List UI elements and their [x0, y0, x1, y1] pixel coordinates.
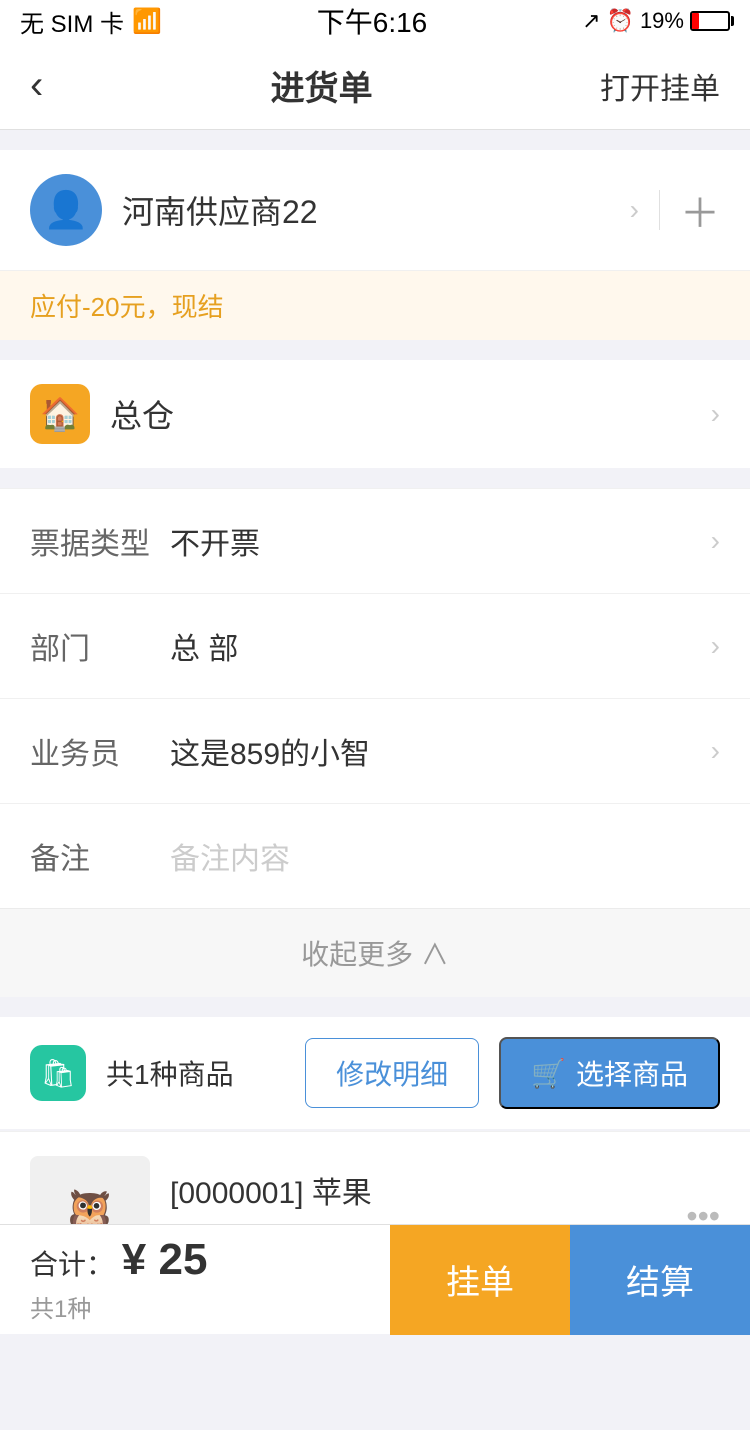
supplier-avatar: 👤	[30, 174, 102, 246]
status-bar: 无 SIM 卡 📶 下午6:16 ↗ ⏰ 19%	[0, 0, 750, 42]
cart-icon: 🛒	[531, 1057, 566, 1090]
footer-total: 合计： ¥ 25 共1种	[0, 1235, 390, 1324]
invoice-chevron-icon: ›	[711, 525, 720, 557]
product-count-icon: 🛍	[30, 1045, 86, 1101]
product-name: [0000001] 苹果	[170, 1168, 686, 1212]
wifi-icon: 📶	[132, 7, 162, 36]
nav-bar: ‹ 进货单 打开挂单	[0, 42, 750, 130]
status-left: 无 SIM 卡 📶	[20, 4, 162, 39]
supplier-chevron-icon: ›	[630, 194, 639, 226]
warehouse-icon: 🏠	[30, 384, 90, 444]
invoice-value: 不开票	[170, 519, 701, 563]
hang-button[interactable]: 挂单	[390, 1225, 570, 1335]
page-title: 进货单	[271, 61, 373, 110]
salesperson-value: 这是859的小智	[170, 729, 701, 773]
product-title: 苹果	[312, 1177, 372, 1210]
warehouse-name: 总仓	[110, 391, 701, 437]
total-label: 合计：	[30, 1249, 114, 1280]
supplier-section: 👤 河南供应商22 › ＋ 应付-20元，现结	[0, 150, 750, 340]
location-icon: ↗	[582, 8, 600, 34]
supplier-row[interactable]: 👤 河南供应商22 › ＋	[0, 150, 750, 271]
alarm-icon: ⏰	[607, 8, 634, 34]
product-code: [0000001]	[170, 1177, 303, 1210]
fields-section: 票据类型 不开票 › 部门 总 部 › 业务员 这是859的小智 › 备注 备注…	[0, 488, 750, 997]
status-right: ↗ ⏰ 19%	[582, 8, 730, 34]
salesperson-chevron-icon: ›	[711, 735, 720, 767]
edit-detail-button[interactable]: 修改明细	[305, 1038, 479, 1108]
remark-label: 备注	[30, 834, 170, 878]
open-hang-button[interactable]: 打开挂单	[600, 64, 720, 108]
invoice-label: 票据类型	[30, 519, 170, 563]
battery-percent: 19%	[640, 8, 684, 34]
battery-icon	[690, 11, 730, 31]
select-product-button[interactable]: 🛒 选择商品	[499, 1037, 720, 1109]
product-count-text: 共1种商品	[106, 1053, 285, 1093]
department-chevron-icon: ›	[711, 630, 720, 662]
total-amount: ¥ 25	[122, 1235, 208, 1284]
collapse-bar[interactable]: 收起更多 ∧	[0, 908, 750, 997]
back-button[interactable]: ‹	[30, 63, 43, 108]
add-supplier-button[interactable]: ＋	[680, 181, 720, 239]
remark-row[interactable]: 备注 备注内容	[0, 803, 750, 908]
remark-input[interactable]: 备注内容	[170, 834, 720, 878]
supplier-divider	[659, 190, 660, 230]
salesperson-label: 业务员	[30, 729, 170, 773]
department-label: 部门	[30, 624, 170, 668]
total-sub: 共1种	[30, 1289, 360, 1324]
carrier-label: 无 SIM 卡	[20, 4, 124, 39]
avatar-icon: 👤	[44, 189, 89, 231]
supplier-name: 河南供应商22	[122, 187, 620, 233]
warehouse-row[interactable]: 🏠 总仓 ›	[0, 360, 750, 468]
supplier-notice: 应付-20元，现结	[0, 271, 750, 340]
invoice-row[interactable]: 票据类型 不开票 ›	[0, 488, 750, 593]
warehouse-chevron-icon: ›	[711, 398, 720, 430]
department-row[interactable]: 部门 总 部 ›	[0, 593, 750, 698]
warehouse-section: 🏠 总仓 ›	[0, 360, 750, 468]
department-value: 总 部	[170, 624, 701, 668]
status-time: 下午6:16	[317, 1, 428, 41]
footer: 合计： ¥ 25 共1种 挂单 结算	[0, 1224, 750, 1334]
product-header: 🛍 共1种商品 修改明细 🛒 选择商品	[0, 1017, 750, 1129]
select-product-label: 选择商品	[576, 1053, 688, 1093]
salesperson-row[interactable]: 业务员 这是859的小智 ›	[0, 698, 750, 803]
bag-icon: 🛍	[40, 1057, 76, 1090]
settle-button[interactable]: 结算	[570, 1225, 750, 1335]
